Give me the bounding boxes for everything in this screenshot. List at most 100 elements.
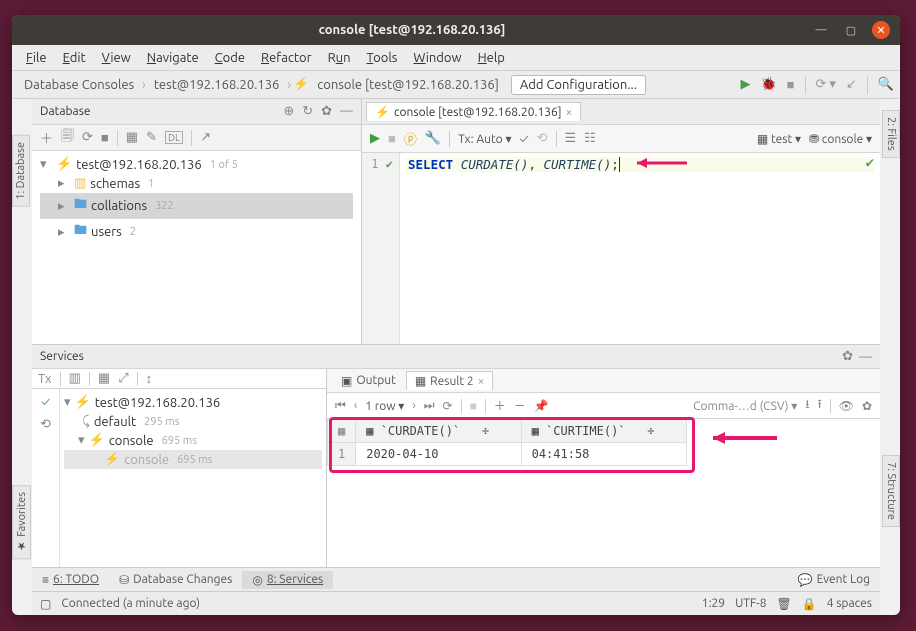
tab-database-changes[interactable]: ⛁ Database Changes <box>109 571 242 589</box>
stop-icon[interactable]: ■ <box>388 131 396 146</box>
edit-icon[interactable]: ✎ <box>146 130 157 145</box>
stop-icon[interactable]: ■ <box>787 77 795 92</box>
sync-icon[interactable]: ⟳ <box>82 130 93 145</box>
tx-mode-selector[interactable]: Tx: Auto ▾ <box>458 132 511 146</box>
menu-file[interactable]: File <box>20 49 53 67</box>
row-count-label[interactable]: 1 row ▾ <box>365 399 404 413</box>
sql-editor[interactable]: 1 ✔ SELECT CURDATE(), CURTIME(); ✔ <box>362 153 880 344</box>
target-icon[interactable]: ⊕ <box>283 104 294 119</box>
sidebar-tab-favorites[interactable]: ★ Favorites <box>12 485 31 559</box>
sidebar-tab-files[interactable]: 2: Files <box>882 110 900 158</box>
svc-default[interactable]: ⤹ default295 ms <box>64 412 322 431</box>
sync-icon[interactable]: ⟳ ▾ <box>816 77 836 92</box>
commit-icon[interactable]: ✓ <box>519 132 528 146</box>
export-format-selector[interactable]: Comma-…d (CSV) ▾ <box>693 399 797 413</box>
ddl-icon[interactable]: DL <box>165 131 183 144</box>
caret-position[interactable]: 1:29 <box>702 597 725 610</box>
history-icon[interactable]: ☰ <box>565 131 577 146</box>
tree-collations[interactable]: ▸🖿 collations 322 <box>40 193 353 219</box>
settings-icon[interactable]: ✿ <box>862 399 872 413</box>
editor-tab-console[interactable]: ⚡console [test@192.168.20.136]× <box>366 102 581 121</box>
explain-plan-icon[interactable]: ⓟ <box>404 129 417 148</box>
first-page-icon[interactable]: ⏮ <box>335 399 346 413</box>
execute-icon[interactable]: ▶ <box>370 131 380 146</box>
lock-icon[interactable]: 🔒 <box>802 597 817 611</box>
hide-icon[interactable]: — <box>340 104 353 119</box>
layout-icon[interactable]: ▦ <box>98 371 110 386</box>
close-button[interactable]: ✕ <box>872 21 890 39</box>
remove-row-icon[interactable]: － <box>514 397 526 414</box>
next-page-icon[interactable]: › <box>412 399 415 412</box>
tree-datasource[interactable]: ▾⚡ test@192.168.20.136 1 of 5 <box>40 155 353 174</box>
last-page-icon[interactable]: ⏭ <box>424 399 435 413</box>
refresh-icon[interactable]: ↻ <box>302 104 313 119</box>
close-icon[interactable]: × <box>478 375 485 388</box>
rollback-icon[interactable]: ⟲ <box>537 131 548 146</box>
add-row-icon[interactable]: ＋ <box>494 397 506 414</box>
tab-services[interactable]: ◎ 8: Services <box>242 571 333 589</box>
result-grid[interactable]: ▦ ▦ `CURDATE()` ÷ ▦ `CURTIME()` ÷ 1 2020… <box>327 419 880 466</box>
view-icon[interactable]: 👁 <box>839 399 854 413</box>
download-icon[interactable]: ⭳ <box>805 395 809 416</box>
trash-icon[interactable]: 🗑 <box>777 597 792 611</box>
menu-tools[interactable]: Tools <box>361 49 404 67</box>
tree-users[interactable]: ▸🖿 users 2 <box>40 219 353 245</box>
menu-navigate[interactable]: Navigate <box>141 49 205 67</box>
schema-selector[interactable]: ▦ test ▾ <box>757 132 801 146</box>
close-tab-icon[interactable]: × <box>566 106 573 119</box>
menu-refactor[interactable]: Refactor <box>255 49 318 67</box>
sidebar-tab-structure[interactable]: 7: Structure <box>882 455 900 527</box>
add-configuration-button[interactable]: Add Configuration... <box>511 75 646 95</box>
menu-run[interactable]: Run <box>322 49 357 67</box>
sidebar-tab-database[interactable]: 1: Database <box>12 135 30 207</box>
menu-edit[interactable]: Edit <box>57 49 92 67</box>
hide-icon[interactable]: — <box>859 350 872 364</box>
menu-help[interactable]: Help <box>472 49 511 67</box>
search-icon[interactable]: 🔍 <box>878 77 894 92</box>
stop-icon[interactable]: ■ <box>470 399 477 413</box>
copy-ddl-icon[interactable]: 🗐 <box>61 127 74 149</box>
debug-icon[interactable]: 🐞 <box>760 77 776 92</box>
settings-icon[interactable]: ✿ <box>321 104 332 119</box>
table-icon[interactable]: ▦ <box>126 130 138 145</box>
expand-icon[interactable]: ↗ <box>200 130 211 145</box>
services-tree[interactable]: ▾ ⚡ test@192.168.20.136 ⤹ default295 ms … <box>60 389 326 567</box>
cell-curtime[interactable]: 04:41:58 <box>521 443 686 466</box>
run-icon[interactable]: ▶ <box>740 77 750 92</box>
expand-all-icon[interactable]: ↕ <box>146 371 153 386</box>
svc-console-leaf[interactable]: ⚡ console695 ms <box>64 450 322 469</box>
commit-icon[interactable]: ✓ <box>41 395 50 409</box>
encoding-label[interactable]: UTF-8 <box>735 597 766 610</box>
pull-icon[interactable]: ↙ <box>846 77 857 92</box>
menu-window[interactable]: Window <box>407 49 467 67</box>
database-tree[interactable]: ▾⚡ test@192.168.20.136 1 of 5 ▸▥ schemas… <box>32 151 361 344</box>
column-header-curtime[interactable]: ▦ `CURTIME()` ÷ <box>521 420 686 443</box>
tab-todo[interactable]: ≡ 6: TODO <box>32 571 109 589</box>
svc-console-group[interactable]: ▾ ⚡ console695 ms <box>64 431 322 450</box>
cell-curdate[interactable]: 2020-04-10 <box>356 443 521 466</box>
breadcrumb-seg-2[interactable]: console [test@192.168.20.136] <box>311 76 505 94</box>
upload-icon[interactable]: ⭱ <box>818 395 822 416</box>
rollback-icon[interactable]: ⟲ <box>40 417 51 432</box>
tab-event-log[interactable]: 💬 Event Log <box>788 571 880 589</box>
output-tab[interactable]: ▣ Output <box>333 372 404 390</box>
refresh-icon[interactable]: ⟳ <box>443 399 453 413</box>
settings-icon[interactable]: ✿ <box>842 349 853 364</box>
pin-icon[interactable]: 📌 <box>534 399 549 413</box>
column-header-curdate[interactable]: ▦ `CURDATE()` ÷ <box>356 420 521 443</box>
tree-schemas[interactable]: ▸▥ schemas 1 <box>40 174 353 193</box>
svc-datasource[interactable]: ▾ ⚡ test@192.168.20.136 <box>64 393 322 412</box>
breadcrumb-seg-1[interactable]: test@192.168.20.136 <box>148 76 286 94</box>
wrench-icon[interactable]: 🔧 <box>425 131 441 146</box>
minimize-button[interactable]: — <box>812 21 830 39</box>
settings-icon[interactable]: ☷ <box>584 131 596 146</box>
open-icon[interactable]: ⤢ <box>118 371 128 386</box>
result-tab[interactable]: ▦ Result 2 × <box>406 371 494 390</box>
indent-label[interactable]: 4 spaces <box>827 597 872 610</box>
add-icon[interactable]: ＋ <box>40 128 53 147</box>
maximize-button[interactable]: ▢ <box>842 21 860 39</box>
menu-code[interactable]: Code <box>209 49 251 67</box>
filter-icon[interactable]: ▥ <box>69 371 81 386</box>
prev-page-icon[interactable]: ‹ <box>354 399 357 412</box>
menu-view[interactable]: View <box>96 49 137 67</box>
